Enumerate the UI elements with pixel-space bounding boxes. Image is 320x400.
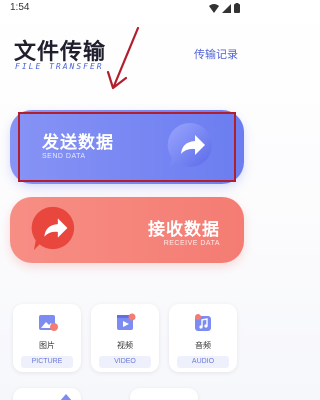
category-picture-label: 图片	[39, 341, 55, 350]
category-picture-sublabel: PICTURE	[21, 356, 73, 368]
annotation-arrow-icon	[106, 26, 140, 90]
receive-data-sublabel: RECEIVE DATA	[163, 240, 220, 247]
battery-icon	[234, 3, 240, 13]
audio-icon	[195, 314, 211, 331]
status-icons	[209, 3, 240, 13]
send-arrow-icon	[167, 122, 212, 168]
transfer-history-link[interactable]: 传输记录	[194, 46, 238, 62]
send-data-label: 发送数据	[42, 133, 114, 153]
category-audio-label: 音频	[195, 341, 211, 350]
picture-icon	[39, 315, 58, 331]
video-icon	[117, 313, 136, 330]
status-bar: 1:54	[0, 0, 250, 18]
category-video-label: 视频	[117, 341, 133, 350]
category-video-sublabel: VIDEO	[99, 356, 151, 368]
wifi-icon	[209, 3, 219, 13]
receive-data-label: 接收数据	[148, 220, 220, 240]
category-audio-sublabel: AUDIO	[177, 356, 229, 368]
receive-arrow-icon	[31, 206, 75, 251]
category-partial-icon	[60, 394, 72, 400]
status-time: 1:54	[10, 2, 30, 13]
receive-data-button[interactable]: 接收数据 RECEIVE DATA	[10, 197, 244, 263]
send-data-button[interactable]: 发送数据 SEND DATA	[10, 110, 244, 184]
category-tile-partial[interactable]	[13, 388, 81, 400]
signal-icon	[222, 3, 231, 13]
category-picture[interactable]: 图片 PICTURE	[13, 304, 81, 372]
category-video[interactable]: 视频 VIDEO	[91, 304, 159, 372]
category-tile-partial[interactable]	[130, 388, 198, 400]
category-audio[interactable]: 音频 AUDIO	[169, 304, 237, 372]
send-data-sublabel: SEND DATA	[42, 153, 86, 160]
page-subtitle: FILE TRANSFER	[15, 62, 104, 71]
